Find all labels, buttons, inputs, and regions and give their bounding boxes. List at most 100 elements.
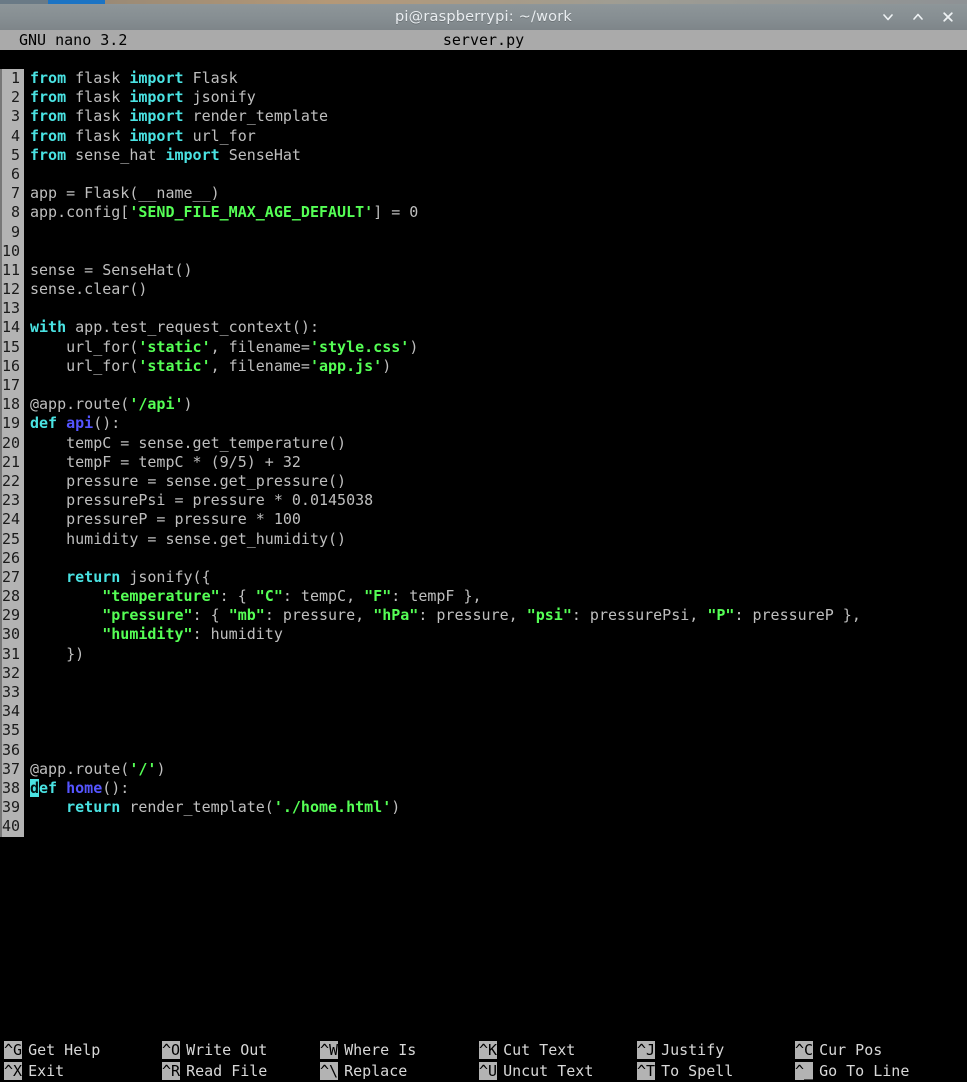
code-line[interactable]: 11 sense = SenseHat() — [0, 261, 967, 280]
shortcut-item[interactable]: ^O Write Out — [162, 1040, 267, 1061]
code-token: pressureP = pressure * 100 — [30, 510, 301, 529]
code-line[interactable]: 36 — [0, 741, 967, 760]
code-line[interactable]: 24 pressureP = pressure * 100 — [0, 510, 967, 529]
code-line[interactable]: 8 app.config['SEND_FILE_MAX_AGE_DEFAULT']… — [0, 203, 967, 222]
code-token: url_for( — [30, 337, 139, 356]
shortcut-item[interactable]: ^G Get Help — [4, 1040, 100, 1061]
close-button[interactable] — [941, 10, 955, 24]
code-line[interactable]: 10 — [0, 242, 967, 261]
code-line[interactable]: 16 url_for('static', filename='app.js') — [0, 357, 967, 376]
code-line[interactable]: 22 pressure = sense.get_pressure() — [0, 472, 967, 491]
code-line[interactable]: 32 — [0, 664, 967, 683]
code-line[interactable]: 18 @app.route('/api') — [0, 395, 967, 414]
code-token: pressure = sense.get_pressure() — [30, 471, 347, 490]
code-line[interactable]: 5 from sense_hat import SenseHat — [0, 146, 967, 165]
code-token: ] = 0 — [373, 203, 419, 222]
code-content[interactable]: 1 from flask import Flask 2 from flask impo… — [0, 69, 967, 837]
shortcut-key: ^_ — [795, 1062, 814, 1080]
code-token: : pressurePsi, — [571, 606, 708, 625]
line-text: from flask import url_for — [30, 127, 256, 146]
shortcut-key: ^O — [162, 1041, 181, 1059]
line-number: 15 — [1, 337, 20, 356]
line-text: from sense_hat import SenseHat — [30, 146, 301, 165]
line-text: with app.test_request_context(): — [30, 318, 319, 337]
code-token: tempC = sense.get_temperature() — [30, 433, 347, 452]
code-line[interactable]: 27 return jsonify({ — [0, 568, 967, 587]
code-token: from — [30, 126, 76, 145]
shortcut-item[interactable]: ^T To Spell — [637, 1061, 733, 1082]
line-number: 17 — [1, 376, 20, 394]
code-line[interactable]: 39 return render_template('./home.html') — [0, 798, 967, 817]
code-token: sense.clear() — [30, 280, 148, 299]
line-number: 4 — [10, 126, 20, 145]
code-token: : tempC, — [282, 587, 365, 606]
code-line[interactable]: 19 def api(): — [0, 414, 967, 433]
code-line[interactable]: 23 pressurePsi = pressure * 0.0145038 — [0, 491, 967, 510]
code-token: "pressure" — [102, 606, 193, 625]
shortcut-label: Uncut Text — [503, 1062, 594, 1080]
code-line[interactable]: 25 humidity = sense.get_humidity() — [0, 530, 967, 549]
shortcut-item[interactable]: ^W Where Is — [320, 1040, 416, 1061]
window-title-bar[interactable]: pi@raspberrypi: ~/work — [0, 4, 967, 30]
shortcut-item[interactable]: ^R Read File — [162, 1061, 267, 1082]
line-number: 24 — [1, 510, 20, 529]
code-line[interactable]: 20 tempC = sense.get_temperature() — [0, 434, 967, 453]
shortcut-key: ^W — [320, 1041, 339, 1059]
minimize-button[interactable] — [881, 10, 895, 24]
line-number: 3 — [10, 107, 20, 126]
code-line[interactable]: 17 — [0, 376, 967, 395]
line-number: 23 — [1, 491, 20, 510]
code-line[interactable]: 29 "pressure": { "mb": pressure, "hPa": … — [0, 606, 967, 625]
code-token: pressurePsi = pressure * 0.0145038 — [30, 491, 374, 510]
code-line[interactable]: 38 def home(): — [0, 778, 967, 798]
code-line[interactable]: 2 from flask import jsonify — [0, 88, 967, 107]
line-text: from flask import Flask — [30, 69, 238, 88]
code-line[interactable]: 13 — [0, 299, 967, 318]
code-line[interactable]: 1 from flask import Flask — [0, 69, 967, 88]
line-text: def home(): — [30, 778, 129, 798]
shortcut-item[interactable]: ^U Uncut Text — [479, 1061, 593, 1082]
code-line[interactable]: 37 @app.route('/') — [0, 760, 967, 779]
code-line[interactable]: 7 app = Flask(__name__) — [0, 184, 967, 203]
code-token: "humidity" — [102, 625, 193, 644]
code-line[interactable]: 30 "humidity": humidity — [0, 625, 967, 644]
code-line[interactable]: 14 with app.test_request_context(): — [0, 318, 967, 337]
shortcut-item[interactable]: ^X Exit — [4, 1061, 64, 1082]
code-line[interactable]: 34 — [0, 702, 967, 721]
line-number: 27 — [1, 567, 20, 586]
code-line[interactable]: 26 — [0, 549, 967, 568]
code-line[interactable]: 15 url_for('static', filename='style.css… — [0, 338, 967, 357]
editor-area[interactable]: 1 from flask import Flask 2 from flask impo… — [0, 50, 967, 1030]
code-line[interactable]: 6 — [0, 165, 967, 184]
shortcut-item[interactable]: ^C Cur Pos — [795, 1040, 882, 1061]
shortcut-key: ^J — [637, 1041, 656, 1059]
code-line[interactable]: 4 from flask import url_for — [0, 127, 967, 146]
code-line[interactable]: 12 sense.clear() — [0, 280, 967, 299]
code-line[interactable]: 9 — [0, 223, 967, 242]
line-text: tempF = tempC * (9/5) + 32 — [30, 453, 301, 472]
code-line[interactable]: 28 "temperature": { "C": tempC, "F": tem… — [0, 587, 967, 606]
code-token: @app.route( — [30, 759, 130, 778]
shortcut-item[interactable]: ^J Justify — [637, 1040, 724, 1061]
code-line[interactable]: 40 — [0, 817, 967, 836]
shortcut-item[interactable]: ^\ Replace — [320, 1061, 407, 1082]
code-token: '/api' — [129, 395, 184, 414]
code-token: : pressure, — [264, 606, 374, 625]
shortcut-row-2: ^X Exit ^R Read File ^\ Replace ^U Uncut Text ^T… — [0, 1061, 967, 1082]
line-text: pressureP = pressure * 100 — [30, 510, 301, 529]
shortcut-item[interactable]: ^_ Go To Line — [795, 1061, 909, 1082]
code-token: SenseHat — [228, 145, 301, 164]
line-text: pressurePsi = pressure * 0.0145038 — [30, 491, 373, 510]
maximize-button[interactable] — [911, 10, 925, 24]
code-token: "C" — [255, 587, 283, 606]
code-line[interactable]: 31 }) — [0, 645, 967, 664]
code-token: app.config[ — [30, 203, 130, 222]
shortcut-item[interactable]: ^K Cut Text — [479, 1040, 575, 1061]
code-line[interactable]: 33 — [0, 683, 967, 702]
code-line[interactable]: 21 tempF = tempC * (9/5) + 32 — [0, 453, 967, 472]
code-line[interactable]: 35 — [0, 721, 967, 740]
code-line[interactable]: 3 from flask import render_template — [0, 107, 967, 126]
line-text: "temperature": { "C": tempC, "F": tempF … — [30, 587, 481, 606]
